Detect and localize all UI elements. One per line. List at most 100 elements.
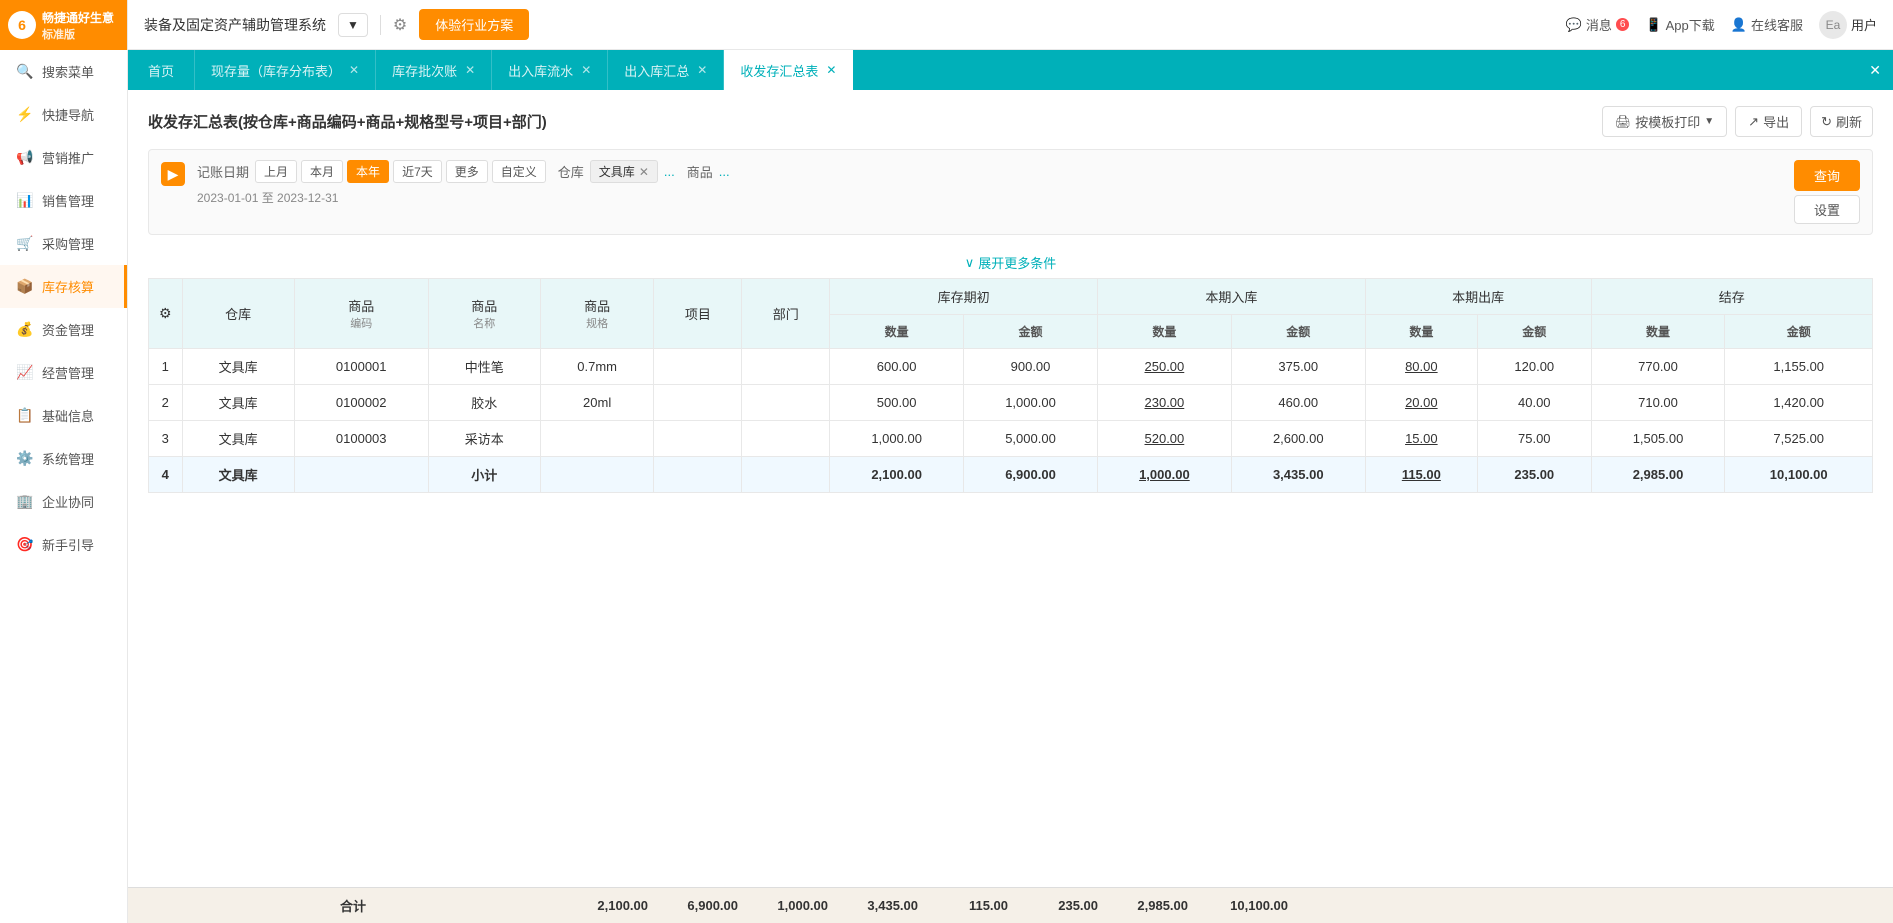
- warehouse-tag[interactable]: 文具库 ✕: [590, 160, 658, 183]
- sidebar-item-finance[interactable]: 💰 资金管理: [0, 308, 127, 351]
- date-btn-last-month[interactable]: 上月: [255, 160, 297, 183]
- col-in-amt-header: 金额: [1231, 315, 1365, 349]
- expand-more-row[interactable]: ∨ 展开更多条件: [148, 247, 1873, 278]
- logo-icon: 6: [8, 11, 36, 39]
- app-download-btn[interactable]: 📱 App下载: [1645, 15, 1714, 34]
- date-btn-custom[interactable]: 自定义: [492, 160, 546, 183]
- print-btn[interactable]: 🖨 按模板打印 ▼: [1602, 106, 1727, 137]
- trial-btn[interactable]: 体验行业方案: [419, 9, 529, 40]
- row-out-qty[interactable]: 20.00: [1365, 385, 1477, 421]
- sidebar-item-base-info[interactable]: 📋 基础信息: [0, 394, 127, 437]
- sidebar-item-system[interactable]: ⚙️ 系统管理: [0, 437, 127, 480]
- tab-inout-summary[interactable]: 出入库汇总 ✕: [608, 50, 724, 90]
- enterprise-icon: 🏢: [16, 493, 34, 510]
- filter-expand-btn[interactable]: ▶: [161, 162, 185, 186]
- tab-batch-ledger[interactable]: 库存批次账 ✕: [376, 50, 492, 90]
- dropdown-arrow-icon: ▼: [347, 18, 359, 32]
- tab-inventory-dist[interactable]: 现存量（库存分布表） ✕: [195, 50, 376, 90]
- row-goods-spec: 20ml: [540, 385, 654, 421]
- system-icon: ⚙️: [16, 450, 34, 467]
- warehouse-label: 仓库: [558, 162, 584, 181]
- col-opening-qty-header: 数量: [830, 315, 964, 349]
- search-icon: 🔍: [16, 63, 34, 80]
- row-in-qty[interactable]: 1,000.00: [1097, 457, 1231, 493]
- row-goods-code: [294, 457, 428, 493]
- table-row: 3 文具库 0100003 采访本 1,000.00 5,000.00 520.…: [149, 421, 1873, 457]
- system-dropdown[interactable]: ▼: [338, 13, 368, 37]
- gear-settings-icon[interactable]: ⚙: [393, 15, 407, 35]
- row-out-qty[interactable]: 115.00: [1365, 457, 1477, 493]
- sidebar-item-search[interactable]: 🔍 搜索菜单: [0, 50, 127, 93]
- purchase-icon: 🛒: [16, 235, 34, 252]
- search-btn[interactable]: 查询: [1794, 160, 1860, 191]
- date-btn-this-month[interactable]: 本月: [301, 160, 343, 183]
- row-dept: [742, 349, 830, 385]
- date-btn-this-year[interactable]: 本年: [347, 160, 389, 183]
- export-icon: ↗: [1748, 114, 1759, 130]
- date-btn-last-7-days[interactable]: 近7天: [393, 160, 442, 183]
- refresh-label: 刷新: [1836, 112, 1862, 131]
- refresh-btn[interactable]: ↻ 刷新: [1810, 106, 1873, 137]
- tab-active-close-icon[interactable]: ✕: [826, 63, 836, 77]
- online-service-btn[interactable]: 👤 在线客服: [1731, 15, 1803, 34]
- row-warehouse: 文具库: [182, 349, 294, 385]
- sidebar-item-operations[interactable]: 📈 经营管理: [0, 351, 127, 394]
- tab-close-icon[interactable]: ✕: [697, 63, 707, 77]
- goods-label: 商品: [687, 162, 713, 181]
- sidebar-item-label: 基础信息: [42, 406, 94, 425]
- export-btn[interactable]: ↗ 导出: [1735, 106, 1802, 137]
- row-no: 4: [149, 457, 183, 493]
- gear-icon[interactable]: ⚙: [159, 305, 172, 321]
- tab-close-icon[interactable]: ✕: [349, 63, 359, 77]
- app-sub: 标准版: [42, 26, 114, 42]
- avatar: Ea: [1819, 11, 1847, 39]
- divider: [380, 15, 381, 35]
- tab-close-icon[interactable]: ✕: [581, 63, 591, 77]
- footer-closing-amt: 10,100.00: [1198, 898, 1298, 913]
- row-out-qty[interactable]: 15.00: [1365, 421, 1477, 457]
- tab-inout-flow-label: 出入库流水: [508, 61, 573, 80]
- row-in-amt: 2,600.00: [1231, 421, 1365, 457]
- row-closing-qty: 2,985.00: [1591, 457, 1725, 493]
- row-goods-name: 采访本: [428, 421, 540, 457]
- sidebar-item-guide[interactable]: 🎯 新手引导: [0, 523, 127, 566]
- footer-closing-qty: 2,985.00: [1108, 898, 1198, 913]
- table-settings-header[interactable]: ⚙: [149, 279, 183, 349]
- sidebar-item-inventory[interactable]: 📦 库存核算: [0, 265, 127, 308]
- user-label: 用户: [1851, 15, 1877, 34]
- message-btn[interactable]: 💬 消息 6: [1566, 15, 1630, 34]
- row-in-qty[interactable]: 250.00: [1097, 349, 1231, 385]
- quick-nav-icon: ⚡: [16, 106, 34, 123]
- print-icon: 🖨: [1615, 114, 1632, 130]
- filter-action-btns: 查询 设置: [1794, 160, 1860, 224]
- row-no: 1: [149, 349, 183, 385]
- row-closing-qty: 1,505.00: [1591, 421, 1725, 457]
- tab-close-icon[interactable]: ✕: [465, 63, 475, 77]
- row-in-qty[interactable]: 520.00: [1097, 421, 1231, 457]
- row-no: 3: [149, 421, 183, 457]
- user-menu[interactable]: Ea 用户: [1819, 11, 1877, 39]
- row-goods-code: 0100003: [294, 421, 428, 457]
- sidebar-item-marketing[interactable]: 📢 营销推广: [0, 136, 127, 179]
- col-project-header: 项目: [654, 279, 742, 349]
- sidebar-item-quick-nav[interactable]: ⚡ 快捷导航: [0, 93, 127, 136]
- footer-opening-amt: 6,900.00: [658, 898, 748, 913]
- sidebar-item-enterprise[interactable]: 🏢 企业协同: [0, 480, 127, 523]
- goods-more-btn[interactable]: ...: [719, 164, 730, 179]
- sidebar-item-sales[interactable]: 📊 销售管理: [0, 179, 127, 222]
- row-in-qty[interactable]: 230.00: [1097, 385, 1231, 421]
- settings-btn[interactable]: 设置: [1794, 195, 1860, 224]
- row-out-qty[interactable]: 80.00: [1365, 349, 1477, 385]
- tab-inout-flow[interactable]: 出入库流水 ✕: [492, 50, 608, 90]
- warehouse-more-btn[interactable]: ...: [664, 164, 675, 179]
- tab-recv-send[interactable]: 收发存汇总表 ✕: [724, 50, 853, 90]
- warehouse-tag-close[interactable]: ✕: [639, 165, 649, 179]
- footer-in-amt: 3,435.00: [838, 898, 928, 913]
- print-label: 按模板打印: [1635, 112, 1700, 131]
- tab-bar-close[interactable]: ✕: [1857, 50, 1893, 90]
- app-download-label: App下载: [1666, 15, 1715, 34]
- row-dept: [742, 457, 830, 493]
- date-btn-more[interactable]: 更多: [446, 160, 488, 183]
- sidebar-item-purchase[interactable]: 🛒 采购管理: [0, 222, 127, 265]
- tab-home[interactable]: 首页: [128, 50, 195, 90]
